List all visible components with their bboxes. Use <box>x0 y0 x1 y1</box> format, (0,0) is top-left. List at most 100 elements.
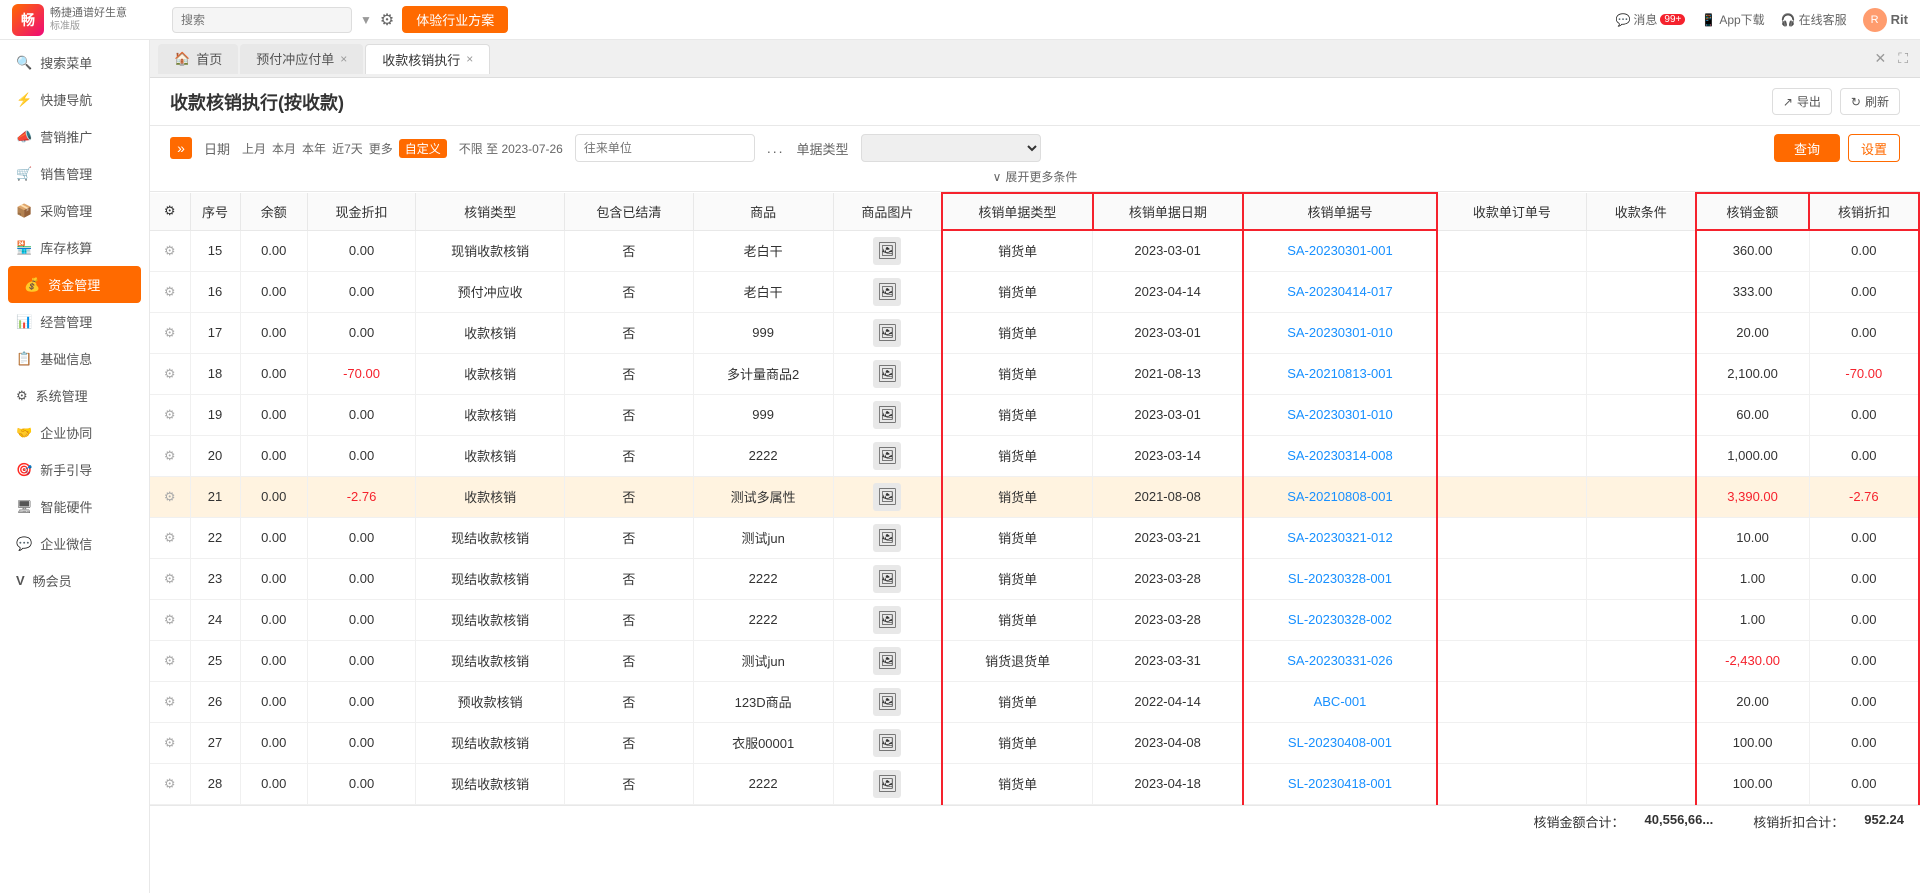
date-7days[interactable]: 近7天 <box>332 140 363 157</box>
date-range-display: 不限 至 2023-07-26 <box>459 140 563 157</box>
from-unit-input[interactable] <box>575 134 755 162</box>
date-more[interactable]: 更多 <box>369 140 393 157</box>
cash-discount-cell: 0.00 <box>307 681 415 722</box>
export-btn[interactable]: ↗ 导出 <box>1772 88 1832 115</box>
verify-bill-type-cell: 销货单 <box>942 476 1093 517</box>
sidebar-item-system[interactable]: ⚙ 系统管理 <box>0 377 149 414</box>
product-image-cell: 🖼 <box>833 722 942 763</box>
tab-prepay[interactable]: 预付冲应付单 × <box>240 44 363 74</box>
sidebar-item-nav[interactable]: ⚡ 快捷导航 <box>0 81 149 118</box>
verify-bill-no-cell[interactable]: SA-20230314-008 <box>1243 435 1437 476</box>
finance-icon: 💰 <box>24 277 40 293</box>
verify-bill-no-cell[interactable]: SA-20230321-012 <box>1243 517 1437 558</box>
date-this-year[interactable]: 本年 <box>302 140 326 157</box>
sidebar-item-inventory[interactable]: 🏪 库存核算 <box>0 229 149 266</box>
sidebar-item-member[interactable]: V 畅会员 <box>0 562 149 599</box>
filter-expand-btn[interactable]: » <box>170 137 192 159</box>
verify-bill-no-cell[interactable]: SL-20230418-001 <box>1243 763 1437 804</box>
cash-discount-cell: 0.00 <box>307 640 415 681</box>
verify-bill-no-cell[interactable]: SA-20230301-010 <box>1243 394 1437 435</box>
product-cell: 123D商品 <box>693 681 833 722</box>
verify-type-cell: 收款核销 <box>416 476 565 517</box>
filter-row: » 日期 上月 本月 本年 近7天 更多 自定义 不限 至 2023-07-26… <box>170 134 1900 162</box>
verify-type-cell: 预付冲应收 <box>416 271 565 312</box>
tab-verify[interactable]: 收款核销执行 × <box>365 44 490 74</box>
sidebar-item-purchase[interactable]: 📦 采购管理 <box>0 192 149 229</box>
bill-type-select[interactable] <box>861 134 1041 162</box>
sidebar-item-hardware[interactable]: 🖥 智能硬件 <box>0 488 149 525</box>
receipt-order-no-cell <box>1437 558 1587 599</box>
industry-btn[interactable]: 体验行业方案 <box>402 6 508 33</box>
sidebar-item-operations[interactable]: 📊 经营管理 <box>0 303 149 340</box>
balance-cell: 0.00 <box>240 722 307 763</box>
receipt-condition-cell <box>1587 312 1696 353</box>
verify-bill-no-cell[interactable]: SA-20230331-026 <box>1243 640 1437 681</box>
verify-bill-no-cell[interactable]: SA-20210808-001 <box>1243 476 1437 517</box>
balance-cell: 0.00 <box>240 476 307 517</box>
dropdown-icon[interactable]: ▼ <box>360 13 372 27</box>
sidebar-item-search[interactable]: 🔍 搜索菜单 <box>0 44 149 81</box>
verify-bill-type-cell: 销货单 <box>942 230 1093 271</box>
search-input[interactable] <box>172 7 352 33</box>
query-btn[interactable]: 查询 <box>1774 134 1840 162</box>
refresh-btn[interactable]: ↻ 刷新 <box>1840 88 1900 115</box>
verify-bill-date-cell: 2023-04-14 <box>1093 271 1244 312</box>
verify-bill-type-cell: 销货单 <box>942 681 1093 722</box>
cash-discount-cell: 0.00 <box>307 558 415 599</box>
sidebar-item-guide[interactable]: 🎯 新手引导 <box>0 451 149 488</box>
custom-date-btn[interactable]: 自定义 <box>399 139 447 158</box>
date-prev-month[interactable]: 上月 <box>242 140 266 157</box>
verify-bill-no-cell[interactable]: SA-20230301-001 <box>1243 230 1437 271</box>
no-cell: 19 <box>190 394 240 435</box>
verify-bill-no-cell[interactable]: SL-20230328-002 <box>1243 599 1437 640</box>
user-area[interactable]: R Rit <box>1863 8 1908 32</box>
sidebar-item-marketing[interactable]: 📣 营销推广 <box>0 118 149 155</box>
sidebar-item-collab[interactable]: 🤝 企业协同 <box>0 414 149 451</box>
col-verify-discount: 核销折扣 <box>1809 193 1919 230</box>
verify-bill-no-cell[interactable]: SL-20230408-001 <box>1243 722 1437 763</box>
tab-prepay-close[interactable]: × <box>340 52 347 66</box>
table-row: ⚙ 27 0.00 0.00 现结收款核销 否 衣服00001 🖼 销货单 20… <box>150 722 1919 763</box>
col-verify-bill-no: 核销单据号 <box>1243 193 1437 230</box>
app-download-btn[interactable]: 📱 App下载 <box>1701 11 1764 28</box>
tab-home[interactable]: 🏠 首页 <box>158 44 238 74</box>
no-cell: 26 <box>190 681 240 722</box>
verify-bill-no-cell[interactable]: ABC-001 <box>1243 681 1437 722</box>
verify-bill-no-cell[interactable]: SA-20230301-010 <box>1243 312 1437 353</box>
gear-cell: ⚙ <box>150 435 190 476</box>
col-product: 商品 <box>693 193 833 230</box>
online-service-btn[interactable]: 🎧 在线客服 <box>1781 11 1847 28</box>
refresh-icon: ↻ <box>1851 95 1861 109</box>
sidebar-item-finance[interactable]: 💰 资金管理 <box>8 266 141 303</box>
message-badge: 99+ <box>1660 14 1685 25</box>
receipt-condition-cell <box>1587 599 1696 640</box>
cash-discount-cell: 0.00 <box>307 312 415 353</box>
tab-verify-close[interactable]: × <box>466 52 473 66</box>
verify-amount-cell: 20.00 <box>1696 681 1810 722</box>
include-settled-cell: 否 <box>565 517 694 558</box>
receipt-condition-cell <box>1587 394 1696 435</box>
message-btn[interactable]: 💬 消息 99+ <box>1615 11 1685 28</box>
sidebar-item-sales[interactable]: 🛒 销售管理 <box>0 155 149 192</box>
data-table: ⚙ 序号 余额 现金折扣 核销类型 包含已结清 商品 商品图片 核销单据类型 核… <box>150 192 1920 805</box>
no-cell: 27 <box>190 722 240 763</box>
nav-icon: ⚡ <box>16 92 32 108</box>
sidebar-item-wechat[interactable]: 💬 企业微信 <box>0 525 149 562</box>
tab-close-btn[interactable]: ✕ <box>1870 46 1890 71</box>
include-settled-cell: 否 <box>565 435 694 476</box>
gear-icon[interactable]: ⚙ <box>380 10 394 30</box>
receipt-order-no-cell <box>1437 435 1587 476</box>
expand-more-btn[interactable]: ∨ 展开更多条件 <box>993 168 1078 185</box>
verify-bill-date-cell: 2023-03-21 <box>1093 517 1244 558</box>
verify-amount-cell: 3,390.00 <box>1696 476 1810 517</box>
verify-bill-no-cell[interactable]: SA-20210813-001 <box>1243 353 1437 394</box>
settings-btn[interactable]: 设置 <box>1848 134 1900 162</box>
verify-bill-no-cell[interactable]: SA-20230414-017 <box>1243 271 1437 312</box>
verify-bill-no-cell[interactable]: SL-20230328-001 <box>1243 558 1437 599</box>
unit-ellipsis: ... <box>767 140 785 156</box>
table-container[interactable]: ⚙ 序号 余额 现金折扣 核销类型 包含已结清 商品 商品图片 核销单据类型 核… <box>150 192 1920 893</box>
col-verify-bill-date: 核销单据日期 <box>1093 193 1244 230</box>
sidebar-item-basic-info[interactable]: 📋 基础信息 <box>0 340 149 377</box>
date-this-month[interactable]: 本月 <box>272 140 296 157</box>
tab-expand-btn[interactable]: ⛶ <box>1894 46 1912 71</box>
